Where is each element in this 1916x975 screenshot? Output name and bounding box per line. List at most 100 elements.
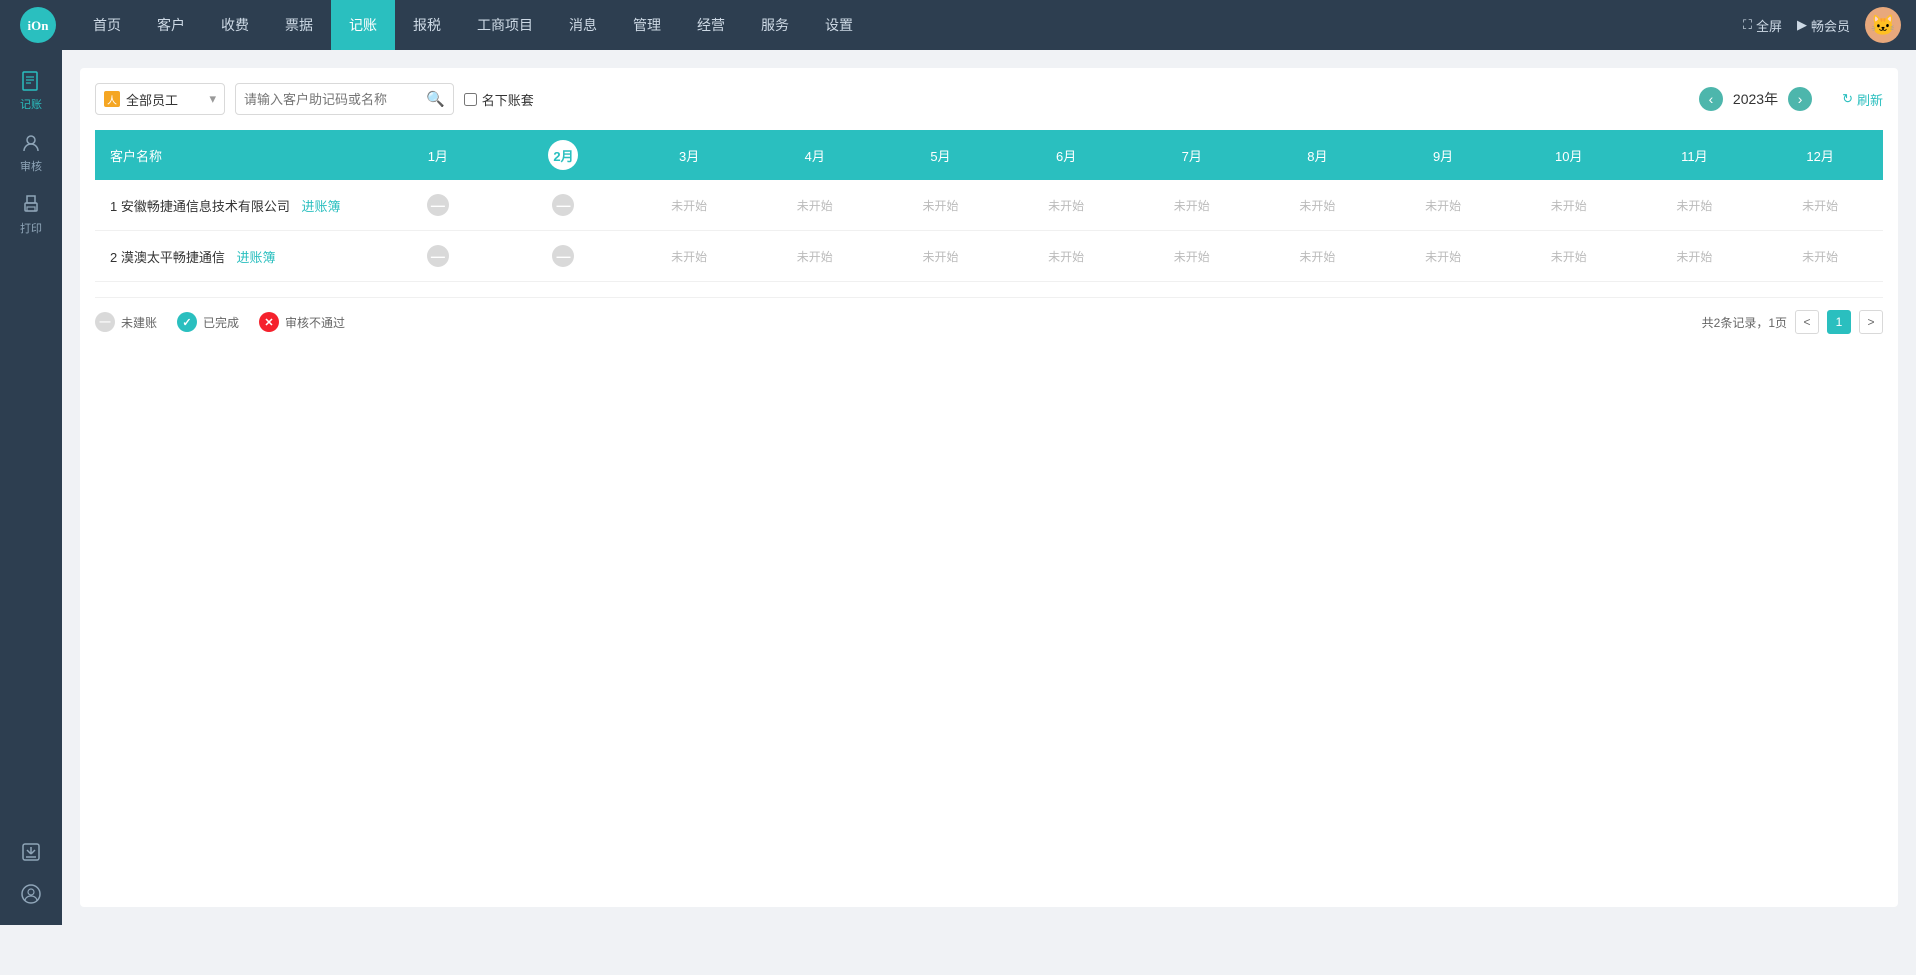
my-accounts-checkbox[interactable]: 名下账套 xyxy=(464,90,534,109)
legend-label-rejected: 审核不通过 xyxy=(285,314,345,331)
fullscreen-label: 全屏 xyxy=(1756,16,1782,35)
footer: — 未建账 ✓ 已完成 ✕ 审核不通过 共2条记录，1页 < 1 > xyxy=(95,297,1883,334)
search-input[interactable] xyxy=(244,92,420,107)
row2-m5: 未开始 xyxy=(878,231,1004,282)
x-symbol: ✕ xyxy=(264,316,273,329)
not-started-label: 未开始 xyxy=(1425,250,1461,264)
year-display: 2023年 xyxy=(1733,89,1778,109)
year-navigation: ‹ 2023年 › xyxy=(1699,87,1812,111)
not-started-label: 未开始 xyxy=(671,199,707,213)
sidebar-item-user-circle[interactable] xyxy=(0,873,62,915)
header-row: 客户名称 1月 2月 3月 4月 5月 6月 7月 8月 9月 10月 xyxy=(95,130,1883,180)
bookkeeping-icon xyxy=(20,70,42,92)
search-icon[interactable]: 🔍 xyxy=(426,90,445,108)
nav-message[interactable]: 消息 xyxy=(551,0,615,50)
logo-icon: iOn xyxy=(20,7,56,43)
row2-m4: 未开始 xyxy=(752,231,878,282)
refresh-button[interactable]: ↻ 刷新 xyxy=(1842,90,1883,109)
search-wrapper: 🔍 xyxy=(235,83,454,115)
pagination-total: 共2条记录，1页 xyxy=(1702,314,1787,331)
row1-m6: 未开始 xyxy=(1003,180,1129,231)
download-icon xyxy=(20,841,42,863)
sidebar-label-print: 打印 xyxy=(20,220,42,236)
nav-tax[interactable]: 报税 xyxy=(395,0,459,50)
vip-button[interactable]: ▶ 畅会员 xyxy=(1797,16,1850,35)
col-month-7: 7月 xyxy=(1129,130,1255,180)
sidebar-item-print[interactable]: 打印 xyxy=(0,184,62,246)
prev-page-button[interactable]: < xyxy=(1795,310,1819,334)
row2-enter-link[interactable]: 进账簿 xyxy=(236,250,275,265)
col-month-12: 12月 xyxy=(1757,130,1883,180)
legend-label-completed: 已完成 xyxy=(203,314,239,331)
sidebar-item-audit[interactable]: 审核 xyxy=(0,122,62,184)
col-month-2: 2月 xyxy=(501,130,627,180)
main-content: 人 全部员工 ▾ 🔍 名下账套 ‹ 2023年 › ↻ 刷新 xyxy=(62,50,1916,925)
nav-bookkeeping[interactable]: 记账 xyxy=(331,0,395,50)
row2-m8: 未开始 xyxy=(1255,231,1381,282)
legend-dot-teal: ✓ xyxy=(177,312,197,332)
row2-m7: 未开始 xyxy=(1129,231,1255,282)
col-month-10: 10月 xyxy=(1506,130,1632,180)
sidebar-item-bookkeeping[interactable]: 记账 xyxy=(0,60,62,122)
col-client-name: 客户名称 xyxy=(95,130,375,180)
app-logo: iOn xyxy=(10,7,65,43)
row2-m6: 未开始 xyxy=(1003,231,1129,282)
row1-index: 1 xyxy=(110,199,121,214)
row2-index: 2 xyxy=(110,250,121,265)
nav-right: ⛶ 全屏 ▶ 畅会员 🐱 xyxy=(1743,7,1916,43)
toolbar: 人 全部员工 ▾ 🔍 名下账套 ‹ 2023年 › ↻ 刷新 xyxy=(95,83,1883,115)
nav-service[interactable]: 服务 xyxy=(743,0,807,50)
fullscreen-icon: ⛶ xyxy=(1743,17,1752,33)
sidebar-bottom xyxy=(0,831,62,925)
not-started-label: 未开始 xyxy=(1174,199,1210,213)
content-card: 人 全部员工 ▾ 🔍 名下账套 ‹ 2023年 › ↻ 刷新 xyxy=(80,68,1898,907)
nav-client[interactable]: 客户 xyxy=(139,0,203,50)
my-accounts-checkbox-input[interactable] xyxy=(464,93,477,106)
refresh-label: 刷新 xyxy=(1857,90,1883,109)
not-started-label: 未开始 xyxy=(1174,250,1210,264)
col-month-4: 4月 xyxy=(752,130,878,180)
pagination: 共2条记录，1页 < 1 > xyxy=(1702,310,1883,334)
user-avatar[interactable]: 🐱 xyxy=(1865,7,1901,43)
employee-icon: 人 xyxy=(104,91,120,107)
row1-m1: — xyxy=(375,180,501,231)
my-accounts-label: 名下账套 xyxy=(482,90,534,109)
audit-icon xyxy=(20,132,42,154)
legend-completed: ✓ 已完成 xyxy=(177,312,239,332)
nav-billing[interactable]: 收费 xyxy=(203,0,267,50)
vip-icon: ▶ xyxy=(1797,17,1807,33)
nav-home[interactable]: 首页 xyxy=(75,0,139,50)
chevron-down-icon: ▾ xyxy=(209,91,216,107)
print-icon xyxy=(20,194,42,216)
nav-invoice[interactable]: 票据 xyxy=(267,0,331,50)
table-body: 1 安徽畅捷通信息技术有限公司 进账簿 — — 未开始 未开始 未开始 未开始 … xyxy=(95,180,1883,282)
next-page-button[interactable]: > xyxy=(1859,310,1883,334)
check-symbol: ✓ xyxy=(182,316,191,329)
user-circle-icon xyxy=(20,883,42,905)
prev-year-button[interactable]: ‹ xyxy=(1699,87,1723,111)
fullscreen-button[interactable]: ⛶ 全屏 xyxy=(1743,16,1782,35)
employee-select[interactable]: 人 全部员工 ▾ xyxy=(95,83,225,115)
row2-m10: 未开始 xyxy=(1506,231,1632,282)
not-started-label: 未开始 xyxy=(1048,199,1084,213)
nav-settings[interactable]: 设置 xyxy=(807,0,871,50)
next-year-button[interactable]: › xyxy=(1788,87,1812,111)
row1-enter-link[interactable]: 进账簿 xyxy=(301,199,340,214)
left-sidebar: 记账 审核 打印 xyxy=(0,50,62,925)
col-month-6: 6月 xyxy=(1003,130,1129,180)
sidebar-label-bookkeeping: 记账 xyxy=(20,96,42,112)
nav-management[interactable]: 管理 xyxy=(615,0,679,50)
not-started-label: 未开始 xyxy=(1048,250,1084,264)
nav-business[interactable]: 工商项目 xyxy=(459,0,551,50)
legend-not-created: — 未建账 xyxy=(95,312,157,332)
row2-m9: 未开始 xyxy=(1380,231,1506,282)
sidebar-label-audit: 审核 xyxy=(20,158,42,174)
not-started-label: 未开始 xyxy=(1802,199,1838,213)
sidebar-item-download[interactable] xyxy=(0,831,62,873)
refresh-icon: ↻ xyxy=(1842,91,1853,107)
row2-m11: 未开始 xyxy=(1632,231,1758,282)
row1-m10: 未开始 xyxy=(1506,180,1632,231)
current-page-button[interactable]: 1 xyxy=(1827,310,1851,334)
row2-m2: — xyxy=(501,231,627,282)
nav-operation[interactable]: 经营 xyxy=(679,0,743,50)
